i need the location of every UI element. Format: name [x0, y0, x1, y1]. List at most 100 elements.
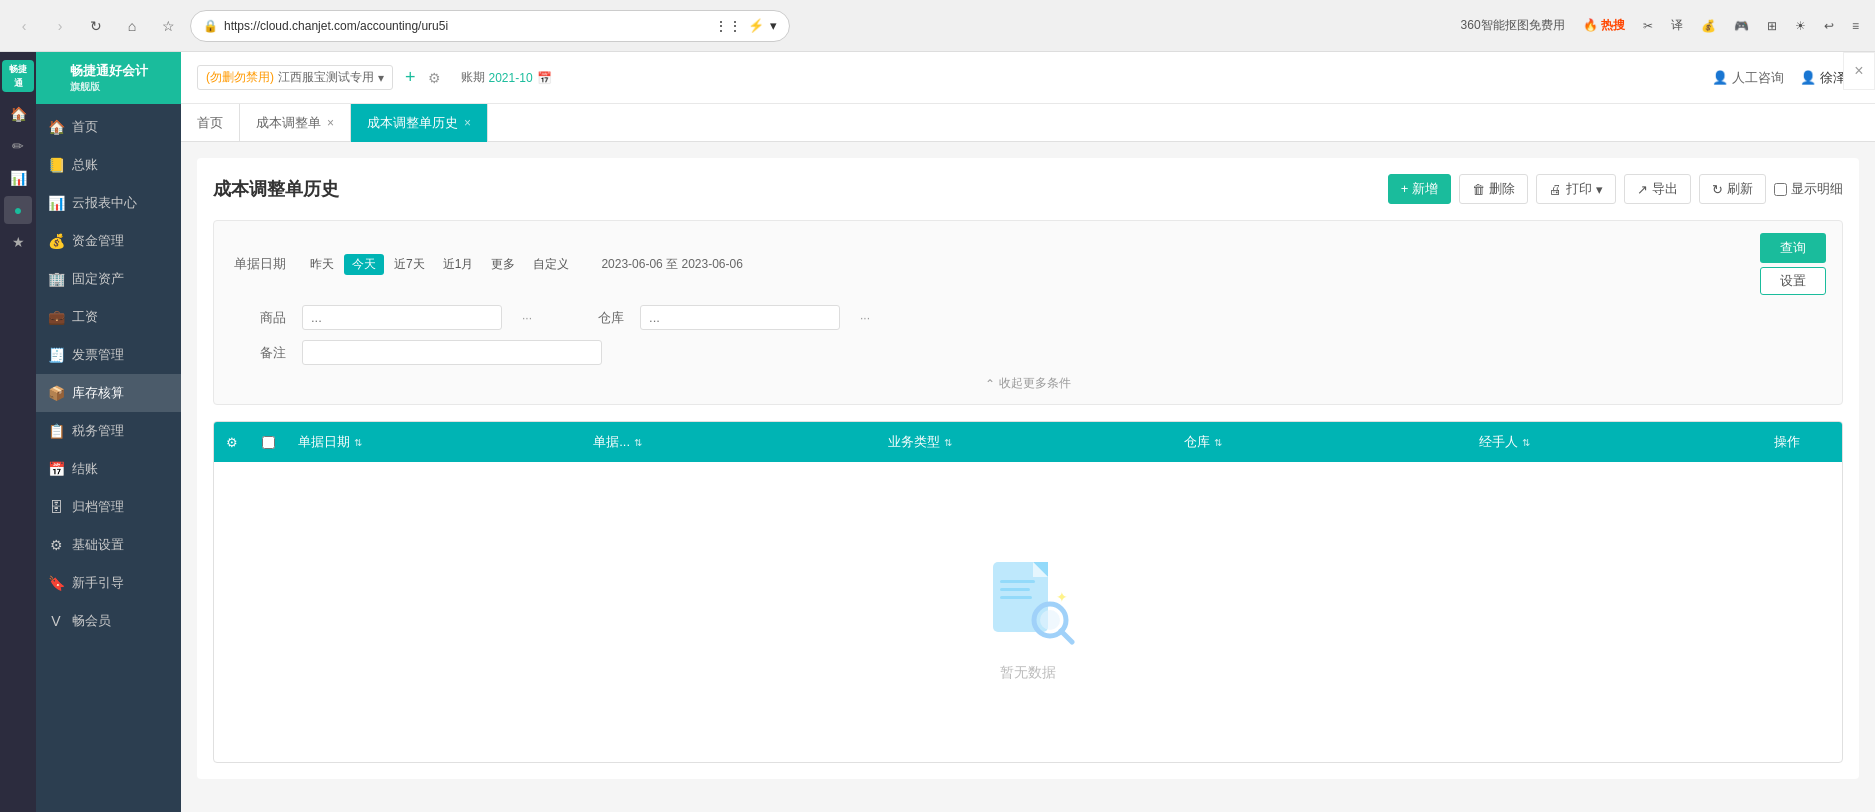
- sidebar-item-funds[interactable]: 💰 资金管理: [36, 222, 181, 260]
- sidebar: 畅捷通好会计 旗舰版 🏠 首页 📒 总账 📊 云报表中心 💰 资金管理: [36, 52, 181, 812]
- search-tool[interactable]: 360智能抠图免费用: [1455, 15, 1571, 36]
- empty-text: 暂无数据: [1000, 664, 1056, 682]
- sidebar-item-settings[interactable]: ⚙ 基础设置: [36, 526, 181, 564]
- payroll-icon: 💼: [48, 309, 64, 325]
- date-tab-1month[interactable]: 近1月: [435, 254, 482, 275]
- sidebar-item-reports[interactable]: 📊 云报表中心: [36, 184, 181, 222]
- select-all-checkbox[interactable]: [262, 436, 275, 449]
- show-detail-label: 显示明细: [1791, 180, 1843, 198]
- delete-button[interactable]: 🗑 删除: [1459, 174, 1528, 204]
- th-number[interactable]: 单据... ⇅: [581, 433, 876, 451]
- sidebar-item-tax[interactable]: 📋 税务管理: [36, 412, 181, 450]
- sidebar-item-funds-label: 资金管理: [72, 232, 124, 250]
- notes-input[interactable]: [302, 340, 602, 365]
- tab-cost-adjust-history-close[interactable]: ×: [464, 116, 471, 130]
- sidebar-item-inventory[interactable]: 📦 库存核算: [36, 374, 181, 412]
- show-detail-input[interactable]: [1774, 183, 1787, 196]
- date-tab-more[interactable]: 更多: [483, 254, 523, 275]
- game-tool[interactable]: 🎮: [1728, 17, 1755, 35]
- th-date-label: 单据日期: [298, 433, 350, 451]
- home-button[interactable]: ⌂: [118, 12, 146, 40]
- sidebar-item-guide[interactable]: 🔖 新手引导: [36, 564, 181, 602]
- filter-actions: 查询 设置: [1760, 233, 1826, 295]
- refresh-button[interactable]: ↻: [82, 12, 110, 40]
- warehouse-more-icon[interactable]: ···: [860, 311, 870, 325]
- th-biz-type[interactable]: 业务类型 ⇅: [876, 433, 1171, 451]
- tab-cost-adjust-close[interactable]: ×: [327, 116, 334, 130]
- app-edition: 旗舰版: [70, 80, 148, 94]
- service-button[interactable]: 👤 人工咨询: [1712, 69, 1784, 87]
- tab-cost-adjust[interactable]: 成本调整单 ×: [240, 104, 351, 142]
- collapse-button[interactable]: ⌃ 收起更多条件: [230, 375, 1826, 392]
- warehouse-input[interactable]: [640, 305, 840, 330]
- sidebar-nav: 🏠 首页 📒 总账 📊 云报表中心 💰 资金管理 🏢 固定资产 💼 工资: [36, 104, 181, 812]
- sidebar-item-payroll[interactable]: 💼 工资: [36, 298, 181, 336]
- export-button[interactable]: ↗ 导出: [1624, 174, 1691, 204]
- mini-chart-icon[interactable]: 📊: [4, 164, 32, 192]
- address-bar[interactable]: 🔒 https://cloud.chanjet.com/accounting/u…: [190, 10, 790, 42]
- mini-star-icon[interactable]: ★: [4, 228, 32, 256]
- add-button[interactable]: + 新增: [1388, 174, 1451, 204]
- th-select-all[interactable]: [250, 436, 286, 449]
- th-handler[interactable]: 经手人 ⇅: [1467, 433, 1762, 451]
- scissors-tool[interactable]: ✂: [1637, 17, 1659, 35]
- date-tab-yesterday[interactable]: 昨天: [302, 254, 342, 275]
- mini-edit-icon[interactable]: ✏: [4, 132, 32, 160]
- page-header: 成本调整单历史 + 新增 🗑 删除 🖨 打印 ▾ ↗: [213, 174, 1843, 204]
- translate-tool[interactable]: 译: [1665, 15, 1689, 36]
- sidebar-item-guide-label: 新手引导: [72, 574, 124, 592]
- date-tab-custom[interactable]: 自定义: [525, 254, 577, 275]
- th-handler-label: 经手人: [1479, 433, 1518, 451]
- sidebar-item-fixed-assets[interactable]: 🏢 固定资产: [36, 260, 181, 298]
- menu-tool[interactable]: ≡: [1846, 17, 1865, 35]
- th-handler-sort-icon: ⇅: [1522, 437, 1530, 448]
- content-area: 成本调整单历史 + 新增 🗑 删除 🖨 打印 ▾ ↗: [181, 142, 1875, 812]
- th-number-label: 单据...: [593, 433, 630, 451]
- company-select[interactable]: (勿删勿禁用) 江西服宝测试专用 ▾: [197, 65, 393, 90]
- history-tool[interactable]: ↩: [1818, 17, 1840, 35]
- close-panel-button[interactable]: ×: [1843, 52, 1875, 90]
- goods-input[interactable]: [302, 305, 502, 330]
- app-name: 畅捷通好会计: [70, 62, 148, 80]
- filter-area: 单据日期 昨天 今天 近7天 近1月 更多 自定义 2023-06-06 至: [213, 220, 1843, 405]
- th-gear-button[interactable]: ⚙: [214, 435, 250, 450]
- sidebar-item-inventory-label: 库存核算: [72, 384, 124, 402]
- brightness-tool[interactable]: ☀: [1789, 17, 1812, 35]
- sidebar-item-member[interactable]: V 畅会员: [36, 602, 181, 640]
- sidebar-item-invoice[interactable]: 🧾 发票管理: [36, 336, 181, 374]
- tab-cost-adjust-history[interactable]: 成本调整单历史 ×: [351, 104, 488, 142]
- bookmark-button[interactable]: ☆: [154, 12, 182, 40]
- date-tab-today[interactable]: 今天: [344, 254, 384, 275]
- sidebar-item-archive[interactable]: 🗄 归档管理: [36, 488, 181, 526]
- empty-illustration: ✦: [978, 542, 1078, 652]
- mini-active-icon[interactable]: ●: [4, 196, 32, 224]
- forward-button[interactable]: ›: [46, 12, 74, 40]
- show-detail-checkbox[interactable]: 显示明细: [1774, 180, 1843, 198]
- delete-icon: 🗑: [1472, 182, 1485, 197]
- goods-more-icon[interactable]: ···: [522, 311, 532, 325]
- mini-home-icon[interactable]: 🏠: [4, 100, 32, 128]
- hot-search-label[interactable]: 🔥 热搜: [1577, 15, 1631, 36]
- tabs-bar: 首页 成本调整单 × 成本调整单历史 × ×: [181, 104, 1875, 142]
- print-button[interactable]: 🖨 打印 ▾: [1536, 174, 1616, 204]
- th-warehouse-label: 仓库: [1184, 433, 1210, 451]
- svg-rect-3: [1000, 580, 1035, 583]
- add-company-icon[interactable]: +: [405, 67, 416, 88]
- filter-settings-button[interactable]: 设置: [1760, 267, 1826, 295]
- th-warehouse[interactable]: 仓库 ⇅: [1172, 433, 1467, 451]
- tab-home[interactable]: 首页: [181, 104, 240, 142]
- window-tool[interactable]: ⊞: [1761, 17, 1783, 35]
- query-button[interactable]: 查询: [1760, 233, 1826, 263]
- back-button[interactable]: ‹: [10, 12, 38, 40]
- sidebar-item-home[interactable]: 🏠 首页: [36, 108, 181, 146]
- settings-icon: ⚙: [48, 537, 64, 553]
- coin-tool[interactable]: 💰: [1695, 17, 1722, 35]
- settings-company-icon[interactable]: ⚙: [428, 70, 441, 86]
- sidebar-item-ledger[interactable]: 📒 总账: [36, 146, 181, 184]
- date-tab-7days[interactable]: 近7天: [386, 254, 433, 275]
- period-calendar-icon[interactable]: 📅: [537, 71, 552, 85]
- sidebar-item-close-period[interactable]: 📅 结账: [36, 450, 181, 488]
- svg-line-7: [1061, 631, 1072, 642]
- refresh-button[interactable]: ↻ 刷新: [1699, 174, 1766, 204]
- th-date[interactable]: 单据日期 ⇅: [286, 433, 581, 451]
